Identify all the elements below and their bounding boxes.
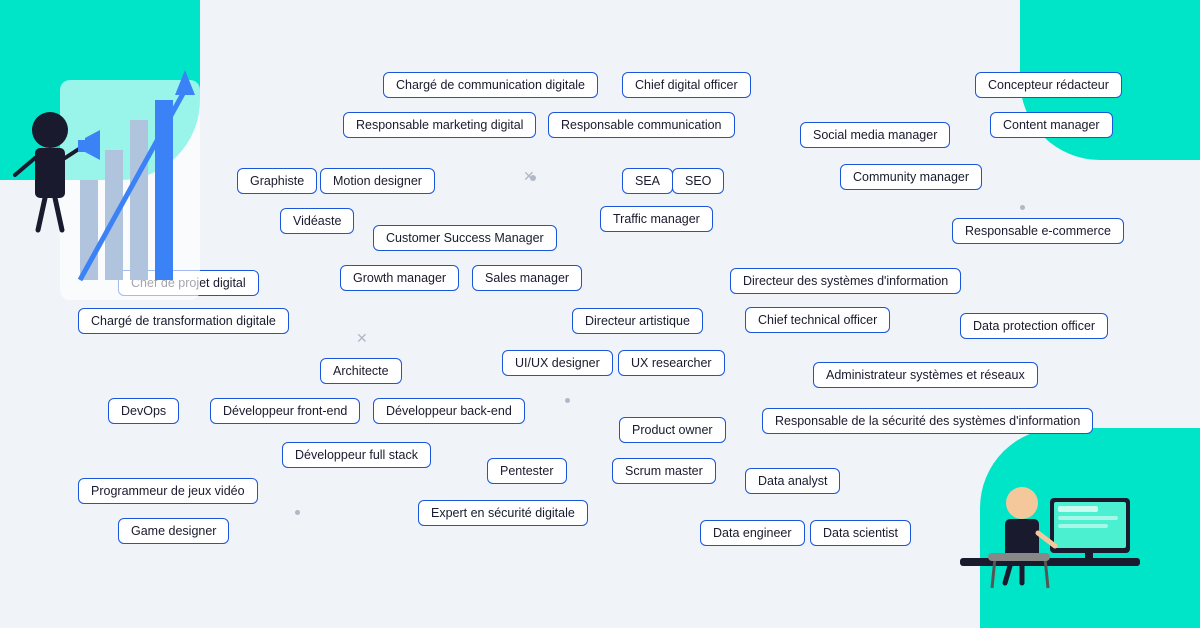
- tag-videaste: Vidéaste: [280, 208, 354, 234]
- tag-concepteur-redacteur: Concepteur rédacteur: [975, 72, 1122, 98]
- decorative-dot-4: [565, 398, 570, 403]
- tag-expert-securite: Expert en sécurité digitale: [418, 500, 588, 526]
- tag-charge-comm: Chargé de communication digitale: [383, 72, 598, 98]
- tag-uiux-designer: UI/UX designer: [502, 350, 613, 376]
- decorative-dot-2: [1020, 205, 1025, 210]
- illustration-right: [950, 418, 1170, 618]
- tag-growth-manager: Growth manager: [340, 265, 459, 291]
- tag-dev-frontend: Développeur front-end: [210, 398, 360, 424]
- tag-resp-ecommerce: Responsable e-commerce: [952, 218, 1124, 244]
- tag-architecte: Architecte: [320, 358, 402, 384]
- tag-programmeur-jeux: Programmeur de jeux vidéo: [78, 478, 258, 504]
- tag-product-owner: Product owner: [619, 417, 726, 443]
- decorative-cross-1: ✕: [523, 168, 535, 185]
- tag-social-media: Social media manager: [800, 122, 950, 148]
- tag-game-designer: Game designer: [118, 518, 229, 544]
- tag-sales-manager: Sales manager: [472, 265, 582, 291]
- tag-data-protection: Data protection officer: [960, 313, 1108, 339]
- tag-admin-systemes: Administrateur systèmes et réseaux: [813, 362, 1038, 388]
- tag-dir-systemes: Directeur des systèmes d'information: [730, 268, 961, 294]
- illustration-left: [0, 0, 220, 340]
- tag-motion-designer: Motion designer: [320, 168, 435, 194]
- tag-scrum-master: Scrum master: [612, 458, 716, 484]
- decorative-cross-2: ✕: [356, 330, 368, 347]
- tag-data-analyst: Data analyst: [745, 468, 840, 494]
- tag-seo: SEO: [672, 168, 724, 194]
- tag-dev-backend: Développeur back-end: [373, 398, 525, 424]
- tag-sea: SEA: [622, 168, 673, 194]
- tag-ux-researcher: UX researcher: [618, 350, 725, 376]
- tag-content-manager: Content manager: [990, 112, 1113, 138]
- decorative-dot-3: [295, 510, 300, 515]
- tag-devops: DevOps: [108, 398, 179, 424]
- tag-traffic-manager: Traffic manager: [600, 206, 713, 232]
- tag-customer-success: Customer Success Manager: [373, 225, 557, 251]
- tag-chief-digital: Chief digital officer: [622, 72, 751, 98]
- tag-chief-technical: Chief technical officer: [745, 307, 890, 333]
- tag-resp-marketing: Responsable marketing digital: [343, 112, 536, 138]
- tag-graphiste: Graphiste: [237, 168, 317, 194]
- tag-resp-comm: Responsable communication: [548, 112, 735, 138]
- tag-data-scientist: Data scientist: [810, 520, 911, 546]
- tag-dev-fullstack: Développeur full stack: [282, 442, 431, 468]
- tag-pentester: Pentester: [487, 458, 567, 484]
- tag-dir-artistique: Directeur artistique: [572, 308, 703, 334]
- tag-data-engineer: Data engineer: [700, 520, 805, 546]
- tag-community-manager: Community manager: [840, 164, 982, 190]
